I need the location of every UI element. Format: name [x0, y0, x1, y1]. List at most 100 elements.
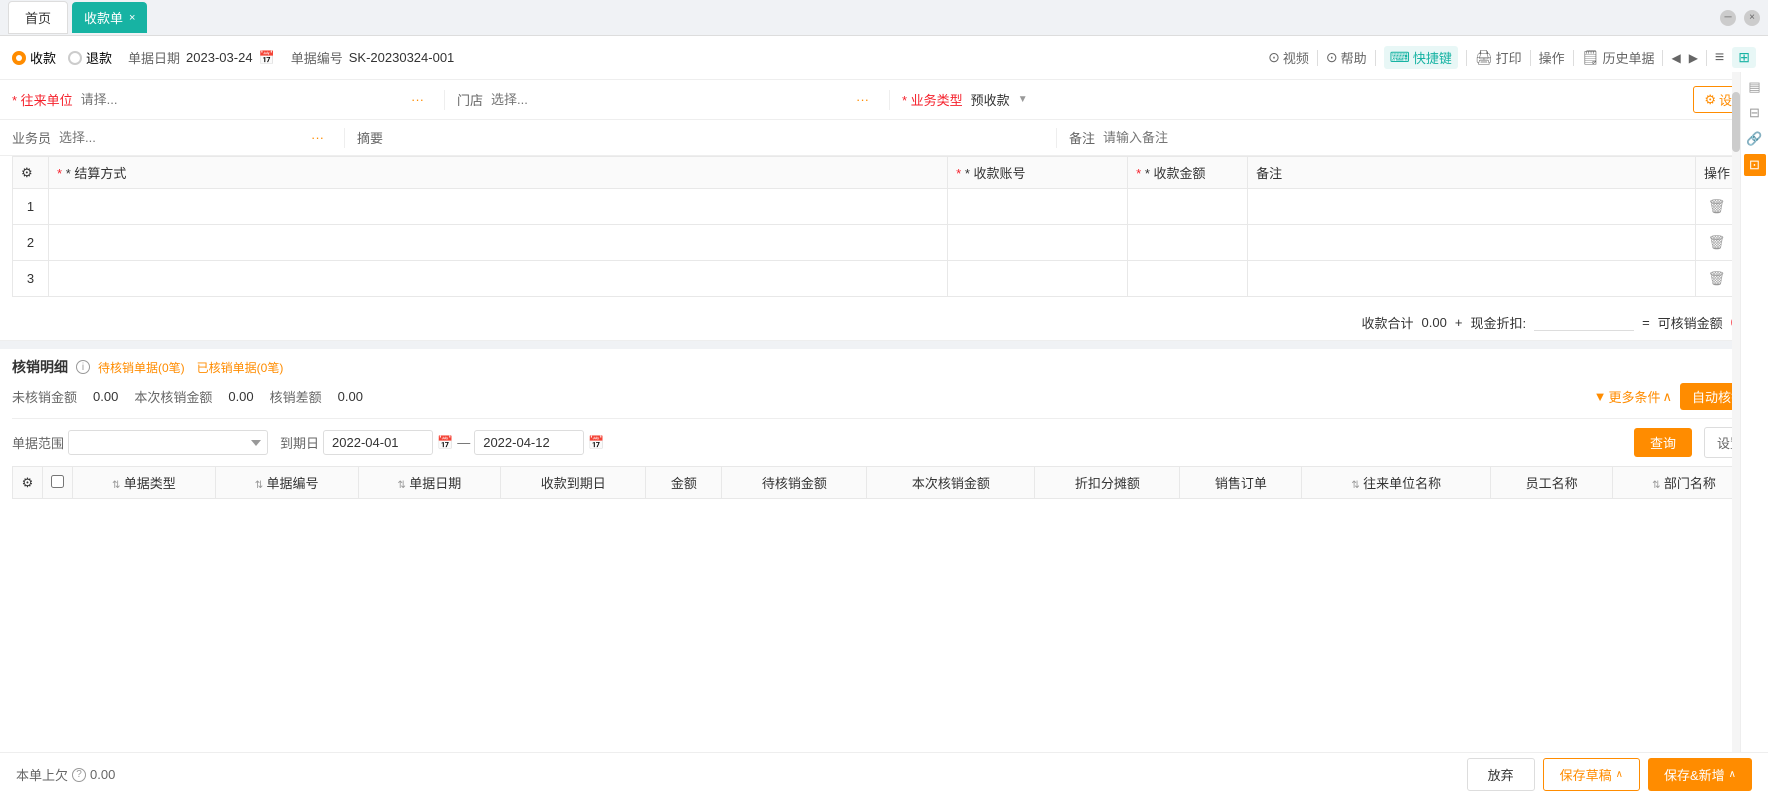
minimize-button[interactable]: ─ — [1720, 10, 1736, 26]
right-sidebar: ▤ ⊟ 🔗 ⊡ — [1740, 72, 1768, 796]
summary-input[interactable] — [387, 128, 1044, 148]
doc-date-group: 单据日期 2023-03-24 📅 — [128, 48, 275, 67]
divider3 — [1466, 50, 1467, 66]
expand-icon: ∧ — [1662, 389, 1672, 405]
date-field: 到期日 📅 — 📅 — [280, 430, 604, 455]
bottom-info-value: 0.00 — [90, 767, 115, 782]
date-picker-icon[interactable]: 📅 — [259, 50, 275, 66]
th-discount: 折扣分摊额 — [1035, 467, 1180, 499]
discard-button[interactable]: 放弃 — [1467, 758, 1535, 791]
tab-close-icon[interactable]: × — [129, 12, 135, 24]
gear-icon: ⚙ — [1704, 92, 1716, 108]
range-select[interactable] — [68, 430, 268, 455]
sidebar-icon-table[interactable]: ▤ — [1744, 76, 1766, 98]
sidebar-icon-link[interactable]: 🔗 — [1744, 128, 1766, 150]
tab-active-label: 收款单 — [84, 8, 123, 27]
radio-refund[interactable]: 退款 — [68, 48, 112, 67]
biz-type-value: 预收款 — [967, 88, 1014, 111]
scroll-thumb[interactable] — [1732, 92, 1740, 152]
prev-button[interactable]: ◀ — [1671, 51, 1680, 65]
next-button[interactable]: ▶ — [1689, 51, 1698, 65]
partner-more[interactable]: ··· — [411, 92, 424, 107]
row1-amount[interactable] — [1128, 189, 1248, 225]
biz-type-dropdown-icon[interactable]: ▼ — [1018, 94, 1028, 105]
receipt-type-group: 收款 退款 — [12, 48, 112, 67]
date-from-input[interactable] — [323, 430, 433, 455]
row3-delete-icon[interactable]: 🗑 — [1708, 270, 1726, 287]
row1-account[interactable] — [948, 189, 1128, 225]
divider4 — [1530, 50, 1531, 66]
row2-remark[interactable] — [1248, 225, 1696, 261]
row3-amount[interactable] — [1128, 261, 1248, 297]
shortcut-label: 快捷键 — [1413, 48, 1452, 67]
diff-label: 核销差额 — [270, 387, 322, 406]
tab-pending[interactable]: 待核销单据(0笔) — [98, 359, 185, 376]
range-label: 单据范围 — [12, 433, 64, 452]
select-all-checkbox[interactable] — [51, 475, 64, 488]
save-draft-button[interactable]: 保存草稿 ∧ — [1543, 758, 1640, 791]
radio-refund-label: 退款 — [86, 48, 112, 67]
list-view-button[interactable]: ≡ — [1715, 49, 1724, 67]
current-value: 0.00 — [228, 389, 253, 404]
th-amount: * * 收款金额 — [1128, 157, 1248, 189]
more-conditions-button[interactable]: ▼ 更多条件 ∧ — [1594, 387, 1672, 406]
verify-header: 核销明细 i 待核销单据(0笔) 已核销单据(0笔) — [12, 357, 1756, 377]
tab-home[interactable]: 首页 — [8, 1, 68, 34]
radio-receipt[interactable]: 收款 — [12, 48, 56, 67]
row2-delete-icon[interactable]: 🗑 — [1708, 234, 1726, 251]
staff-more[interactable]: ··· — [311, 130, 324, 145]
row3-account[interactable] — [948, 261, 1128, 297]
calendar-to-icon[interactable]: 📅 — [588, 435, 604, 451]
store-more[interactable]: ··· — [856, 92, 869, 107]
store-input[interactable] — [487, 90, 844, 110]
row2-account[interactable] — [948, 225, 1128, 261]
close-button[interactable]: × — [1744, 10, 1760, 26]
query-button[interactable]: 查询 — [1634, 428, 1692, 457]
date-to-input[interactable] — [474, 430, 584, 455]
row3-settlement[interactable] — [49, 261, 948, 297]
discount-input[interactable] — [1534, 315, 1634, 331]
staff-input[interactable] — [55, 128, 299, 148]
total-label: 收款合计 — [1362, 313, 1414, 332]
help-button[interactable]: ⊙ 帮助 — [1326, 48, 1367, 67]
remark-input[interactable] — [1099, 128, 1756, 148]
operation-button[interactable]: 操作 — [1539, 48, 1565, 67]
verify-info-icon[interactable]: i — [76, 360, 90, 374]
row2-settlement[interactable] — [49, 225, 948, 261]
gear-detail-icon[interactable]: ⚙ — [22, 475, 34, 490]
row1-settlement[interactable] — [49, 189, 948, 225]
tab-active[interactable]: 收款单 × — [72, 2, 147, 33]
sort-icon5: ⇅ — [1652, 480, 1660, 491]
sort-icon4: ⇅ — [1351, 480, 1359, 491]
table-gear-icon: ⚙ — [21, 165, 33, 180]
print-button[interactable]: 🖨 打印 — [1475, 48, 1522, 67]
doc-no-label: 单据编号 — [291, 48, 343, 67]
shortcut-button[interactable]: ⌨ 快捷键 — [1384, 46, 1458, 69]
table-row: 3 🗑 ⊕ — [13, 261, 1756, 297]
history-button[interactable]: 🗒 历史单据 — [1582, 48, 1655, 67]
row1-delete-icon[interactable]: 🗑 — [1708, 198, 1726, 215]
row1-remark[interactable] — [1248, 189, 1696, 225]
remark-label: 备注 — [1069, 128, 1095, 147]
sort-icon3: ⇅ — [398, 480, 406, 491]
print-icon: 🖨 — [1475, 49, 1493, 66]
grid-view-button[interactable]: ⊞ — [1732, 47, 1756, 68]
sort-icon2: ⇅ — [255, 480, 263, 491]
date-range: 📅 — 📅 — [323, 430, 604, 455]
section-divider — [0, 341, 1768, 349]
calendar-from-icon[interactable]: 📅 — [437, 435, 453, 451]
save-new-button[interactable]: 保存&新增 ∧ — [1648, 758, 1752, 791]
diff-value: 0.00 — [338, 389, 363, 404]
sidebar-icon-form[interactable]: ⊡ — [1744, 154, 1766, 176]
form-row-1: * 往来单位 ··· 门店 ··· * 业务类型 预收款 ▼ ⚙ 设置 — [0, 80, 1768, 120]
unchecked-label: 未核销金额 — [12, 387, 77, 406]
bottom-info-icon[interactable]: ? — [72, 768, 86, 782]
video-button[interactable]: ⊙ 视频 — [1268, 48, 1309, 67]
tab-done[interactable]: 已核销单据(0笔) — [197, 359, 284, 376]
sidebar-icon-doc[interactable]: ⊟ — [1744, 102, 1766, 124]
partner-input[interactable] — [77, 90, 399, 110]
store-field: 门店 ··· — [457, 90, 877, 110]
th-gear[interactable]: ⚙ — [13, 157, 49, 189]
row3-remark[interactable] — [1248, 261, 1696, 297]
row2-amount[interactable] — [1128, 225, 1248, 261]
